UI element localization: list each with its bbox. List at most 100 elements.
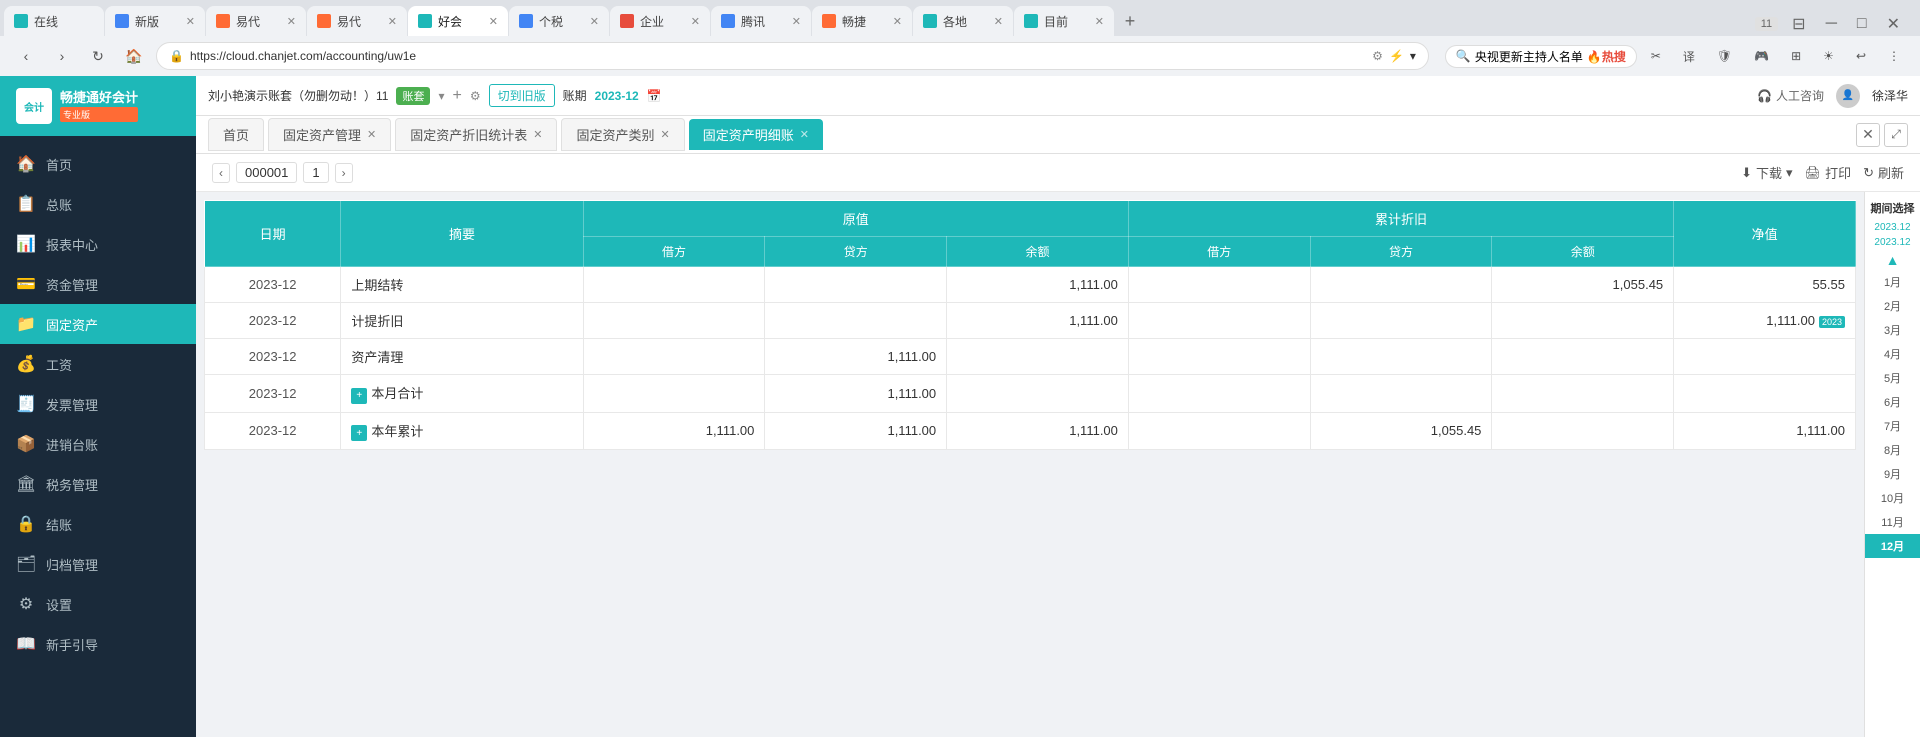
- tab-category-close[interactable]: ✕: [661, 128, 670, 141]
- grid-icon[interactable]: ⊞: [1783, 45, 1809, 67]
- tab-label-qiye: 企业: [640, 13, 664, 30]
- page-tab-depreciation[interactable]: 固定资产折旧统计表 ✕: [395, 118, 557, 151]
- period-month-4[interactable]: 4月: [1865, 342, 1920, 366]
- tab-close-yidai2[interactable]: ✕: [388, 15, 397, 28]
- browser-tab-qiye[interactable]: 企业 ✕: [610, 6, 710, 36]
- prev-page-arrow[interactable]: ‹: [212, 163, 230, 183]
- browser-tab-gedi[interactable]: 各地 ✕: [913, 6, 1013, 36]
- period-month-8[interactable]: 8月: [1865, 438, 1920, 462]
- tab-menu-icon[interactable]: ⊟: [1786, 12, 1811, 36]
- period-month-10[interactable]: 10月: [1865, 486, 1920, 510]
- page-tab-home[interactable]: 首页: [208, 118, 264, 151]
- sidebar-item-fixed[interactable]: 📁 固定资产: [0, 304, 196, 344]
- expand-tab-icon[interactable]: ⤢: [1884, 123, 1908, 147]
- search-hint: 央视更新主持人名单: [1475, 48, 1583, 65]
- dropdown-icon[interactable]: ▾: [1410, 49, 1416, 63]
- period-scroll-up[interactable]: ▲: [1884, 250, 1902, 270]
- browser-tab-muqian[interactable]: 目前 ✕: [1014, 6, 1114, 36]
- close-window-icon[interactable]: ✕: [1881, 12, 1906, 36]
- tab-close-new[interactable]: ✕: [186, 15, 195, 28]
- logo-box: 会计: [16, 88, 52, 124]
- translate-icon[interactable]: 译: [1675, 44, 1703, 69]
- shield-icon[interactable]: 🛡: [1709, 45, 1740, 67]
- period-month-6[interactable]: 6月: [1865, 390, 1920, 414]
- settings-small-icon[interactable]: ⚙: [470, 89, 481, 103]
- sidebar-item-funds[interactable]: 💳 资金管理: [0, 264, 196, 304]
- page-num[interactable]: 1: [303, 162, 328, 183]
- search-box[interactable]: 🔍 央视更新主持人名单 🔥热搜: [1445, 45, 1637, 68]
- browser-tab-online[interactable]: 在线: [4, 6, 104, 36]
- minimize-icon[interactable]: ─: [1820, 13, 1843, 35]
- sidebar-label-home: 首页: [46, 155, 72, 174]
- tab-label-haohui: 好会: [438, 13, 462, 30]
- tab-detail-ledger-close[interactable]: ✕: [800, 128, 809, 141]
- browser-tab-haohui[interactable]: 好会 ✕: [408, 6, 508, 36]
- back-button[interactable]: ‹: [12, 42, 40, 70]
- page-tab-fixed-mgmt[interactable]: 固定资产管理 ✕: [268, 118, 391, 151]
- page-tab-category[interactable]: 固定资产类别 ✕: [561, 118, 684, 151]
- sidebar-item-guide[interactable]: 📖 新手引导: [0, 624, 196, 664]
- tab-close-yidai1[interactable]: ✕: [287, 15, 296, 28]
- ledger-table: 日期 摘要 原值 累计折旧 净值 借方 贷方 余额 借方 贷方 余额: [204, 200, 1856, 450]
- maximize-icon[interactable]: □: [1851, 13, 1873, 35]
- tab-fixed-mgmt-close[interactable]: ✕: [367, 128, 376, 141]
- service-button[interactable]: 🎧 人工咨询: [1757, 87, 1824, 104]
- sidebar-item-stock[interactable]: 📦 进销台账: [0, 424, 196, 464]
- sidebar-item-reports[interactable]: 📊 报表中心: [0, 224, 196, 264]
- browser-tab-changjie[interactable]: 畅捷 ✕: [812, 6, 912, 36]
- period-month-12[interactable]: 12月: [1865, 534, 1920, 558]
- sidebar-item-archive[interactable]: 🗂 归档管理: [0, 544, 196, 584]
- tab-close-geshui[interactable]: ✕: [590, 15, 599, 28]
- period-month-5[interactable]: 5月: [1865, 366, 1920, 390]
- tab-favicon-qiye: [620, 14, 634, 28]
- tab-depreciation-close[interactable]: ✕: [533, 128, 542, 141]
- period-month-2[interactable]: 2月: [1865, 294, 1920, 318]
- download-button[interactable]: ⬇ 下载 ▾: [1741, 163, 1792, 182]
- browser-tab-yidai2[interactable]: 易代 ✕: [307, 6, 407, 36]
- tab-close-tencent[interactable]: ✕: [792, 15, 801, 28]
- tab-close-haohui[interactable]: ✕: [489, 15, 498, 28]
- logo-sub: 专业版: [60, 107, 138, 122]
- tab-close-gedi[interactable]: ✕: [994, 15, 1003, 28]
- undo-icon[interactable]: ↩: [1848, 45, 1874, 67]
- sidebar-item-settings[interactable]: ⚙ 设置: [0, 584, 196, 624]
- gamepad-icon[interactable]: 🎮: [1746, 45, 1777, 67]
- refresh-button[interactable]: ↻ 刷新: [1863, 163, 1904, 182]
- forward-button[interactable]: ›: [48, 42, 76, 70]
- switch-version-button[interactable]: 切到旧版: [489, 84, 555, 107]
- address-input[interactable]: 🔒 https://cloud.chanjet.com/accounting/u…: [156, 42, 1429, 70]
- sidebar-item-home[interactable]: 🏠 首页: [0, 144, 196, 184]
- next-page-arrow[interactable]: ›: [335, 163, 353, 183]
- sidebar-item-ledger[interactable]: 📋 总账: [0, 184, 196, 224]
- table-area: 日期 摘要 原值 累计折旧 净值 借方 贷方 余额 借方 贷方 余额: [196, 192, 1920, 737]
- period-edit-icon[interactable]: 📅: [647, 89, 662, 103]
- print-button[interactable]: 🖨 打印: [1805, 163, 1852, 182]
- reload-button[interactable]: ↻: [84, 42, 112, 70]
- sidebar-item-payroll[interactable]: 💰 工资: [0, 344, 196, 384]
- tab-close-qiye[interactable]: ✕: [691, 15, 700, 28]
- home-nav-button[interactable]: 🏠: [120, 42, 148, 70]
- dropdown-arrow[interactable]: ▾: [438, 89, 444, 103]
- browser-tab-geshui[interactable]: 个税 ✕: [509, 6, 609, 36]
- tab-close-changjie[interactable]: ✕: [893, 15, 902, 28]
- period-month-3[interactable]: 3月: [1865, 318, 1920, 342]
- tab-add-button[interactable]: +: [1115, 6, 1145, 36]
- browser-tab-yidai1[interactable]: 易代 ✕: [206, 6, 306, 36]
- period-month-7[interactable]: 7月: [1865, 414, 1920, 438]
- sidebar-item-closing[interactable]: 🔒 结账: [0, 504, 196, 544]
- period-month-11[interactable]: 11月: [1865, 510, 1920, 534]
- period-month-1[interactable]: 1月: [1865, 270, 1920, 294]
- browser-tab-new[interactable]: 新版 ✕: [105, 6, 205, 36]
- sidebar-item-tax[interactable]: 🏛 税务管理: [0, 464, 196, 504]
- period-month-9[interactable]: 9月: [1865, 462, 1920, 486]
- menu-dots-icon[interactable]: ⋮: [1880, 45, 1908, 67]
- collapse-tab-icon[interactable]: ✕: [1856, 123, 1880, 147]
- tab-close-muqian[interactable]: ✕: [1095, 15, 1104, 28]
- scissors-icon[interactable]: ✂: [1643, 45, 1669, 67]
- download-dropdown-icon[interactable]: ▾: [1786, 165, 1793, 181]
- sidebar-item-invoice[interactable]: 🧾 发票管理: [0, 384, 196, 424]
- add-book-icon[interactable]: +: [453, 87, 462, 105]
- browser-tab-tencent[interactable]: 腾讯 ✕: [711, 6, 811, 36]
- brightness-icon[interactable]: ☀: [1815, 45, 1842, 67]
- page-tab-detail-ledger[interactable]: 固定资产明细账 ✕: [689, 119, 823, 150]
